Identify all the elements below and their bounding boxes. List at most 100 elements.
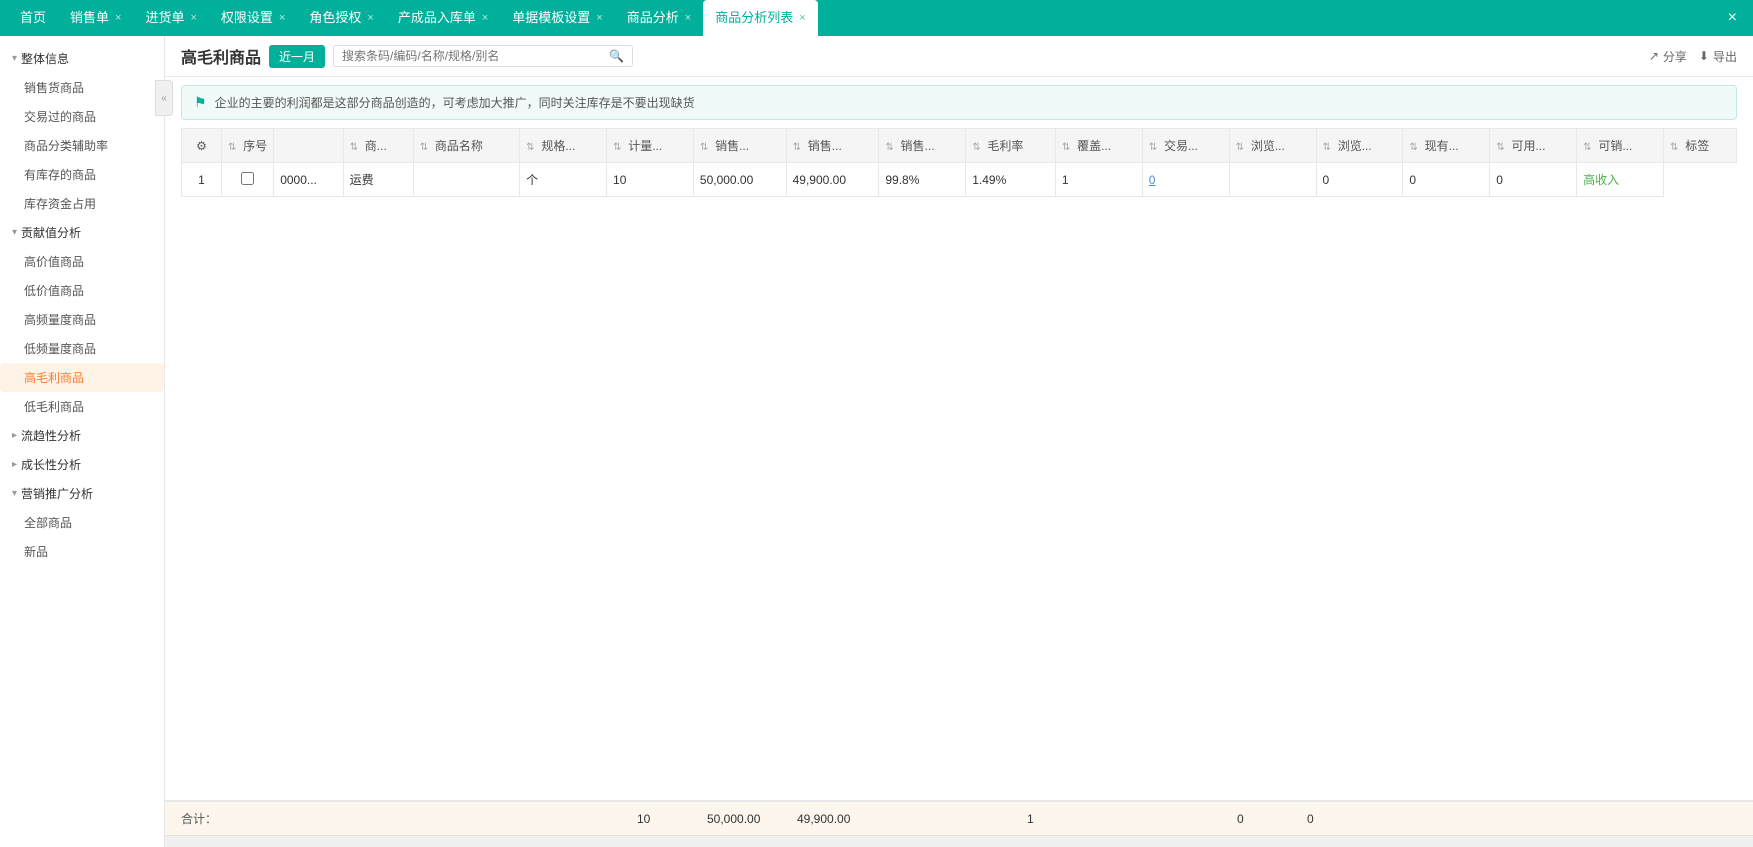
sort-icon: ⇅ xyxy=(1236,142,1247,153)
cell-unit: 个 xyxy=(520,163,607,197)
period-button[interactable]: 近一月 xyxy=(269,45,325,68)
column-header-avail[interactable]: ⇅ 可用... xyxy=(1490,129,1577,163)
settings-column-header[interactable]: ⚙ xyxy=(182,129,222,163)
close-tab-icon[interactable]: × xyxy=(685,0,691,36)
sidebar-group-trend[interactable]: ▸ 流趋性分析 xyxy=(0,421,164,450)
sort-icon: ⇅ xyxy=(972,142,983,153)
search-input[interactable] xyxy=(342,49,605,63)
sort-icon: ⇅ xyxy=(1670,142,1681,153)
nav-tab-home[interactable]: 首页 xyxy=(8,0,58,36)
horizontal-scrollbar[interactable] xyxy=(165,835,1753,847)
sidebar-group-label: 流趋性分析 xyxy=(21,427,81,444)
chevron-down-icon: ▾ xyxy=(12,227,17,238)
close-tab-icon[interactable]: × xyxy=(190,0,196,36)
close-tab-icon[interactable]: × xyxy=(367,0,373,36)
cell-spec xyxy=(413,163,519,197)
info-banner-text: 企业的主要的利润都是这部分商品创造的，可考虑加大推广，同时关注库存是不要出现缺货 xyxy=(215,94,695,111)
sidebar-collapse-button[interactable]: « xyxy=(155,80,173,116)
nav-tab-role[interactable]: 角色授权 × xyxy=(297,0,385,36)
footer-cell-16 xyxy=(1371,812,1451,826)
close-all-tabs[interactable]: × xyxy=(1720,9,1745,27)
sidebar-group-growth[interactable]: ▸ 成长性分析 xyxy=(0,450,164,479)
footer-cell-6: 10 xyxy=(631,812,701,826)
sidebar-item-inventory-ratio[interactable]: 库存资金占用 xyxy=(0,189,164,218)
export-button[interactable]: ⬇ 导出 xyxy=(1699,48,1737,65)
sidebar-item-low-freq[interactable]: 低频量度商品 xyxy=(0,334,164,363)
sidebar-item-high-margin[interactable]: 高毛利商品 xyxy=(0,363,164,392)
close-tab-icon[interactable]: × xyxy=(279,0,285,36)
nav-tab-sales[interactable]: 销售单 × xyxy=(58,0,133,36)
footer-cell-3 xyxy=(401,812,481,826)
sidebar-item-low-margin[interactable]: 低毛利商品 xyxy=(0,392,164,421)
sidebar-item-high-value[interactable]: 高价值商品 xyxy=(0,247,164,276)
sort-icon: ⇅ xyxy=(793,142,804,153)
nav-tab-analysis-list[interactable]: 商品分析列表 × xyxy=(703,0,817,36)
footer-label: 合计： xyxy=(181,810,241,827)
column-label: 交易... xyxy=(1164,139,1198,153)
sidebar: ▾ 整体信息销售货商品交易过的商品商品分类辅助率有库存的商品库存资金占用▾ 贡献… xyxy=(0,36,165,847)
sidebar-item-all-goods[interactable]: 全部商品 xyxy=(0,508,164,537)
content-header: 高毛利商品 近一月 🔍 ↗ 分享 ⬇ 导出 xyxy=(165,36,1753,77)
main-layout: ▾ 整体信息销售货商品交易过的商品商品分类辅助率有库存的商品库存资金占用▾ 贡献… xyxy=(0,36,1753,847)
sidebar-group-contribution[interactable]: ▾ 贡献值分析 xyxy=(0,218,164,247)
sidebar-item-new-goods[interactable]: 新品 xyxy=(0,537,164,566)
footer-cell-7: 50,000.00 xyxy=(701,812,791,826)
sidebar-item-inventory-goods[interactable]: 有库存的商品 xyxy=(0,160,164,189)
column-header-sellable[interactable]: ⇅ 可销... xyxy=(1577,129,1664,163)
column-header-spec[interactable]: ⇅ 规格... xyxy=(520,129,607,163)
sidebar-group-marketing[interactable]: ▾ 营销推广分析 xyxy=(0,479,164,508)
sidebar-item-sales-goods[interactable]: 销售货商品 xyxy=(0,73,164,102)
close-tab-icon[interactable]: × xyxy=(799,0,805,36)
header-actions: ↗ 分享 ⬇ 导出 xyxy=(1649,48,1737,65)
column-label: 标签 xyxy=(1685,139,1709,153)
nav-tab-permission[interactable]: 权限设置 × xyxy=(209,0,297,36)
share-button[interactable]: ↗ 分享 xyxy=(1649,48,1687,65)
column-header-unit[interactable]: ⇅ 计量... xyxy=(607,129,694,163)
close-tab-icon[interactable]: × xyxy=(596,0,602,36)
column-header-stock[interactable]: ⇅ 现有... xyxy=(1403,129,1490,163)
cell-name: 运费 xyxy=(343,163,413,197)
sidebar-item-analysis-rate[interactable]: 商品分类辅助率 xyxy=(0,131,164,160)
column-label: 销售... xyxy=(808,139,842,153)
cell-browse2 xyxy=(1229,163,1316,197)
column-header-cover[interactable]: ⇅ 覆盖... xyxy=(1055,129,1142,163)
column-label: 毛利率 xyxy=(987,139,1023,153)
chevron-down-icon: ▾ xyxy=(12,53,17,64)
column-header-browse1[interactable]: ⇅ 浏览... xyxy=(1229,129,1316,163)
info-icon: ⚑ xyxy=(194,94,207,111)
column-header-num[interactable]: ⇅ 序号 xyxy=(222,129,274,163)
cell-browse1[interactable]: 0 xyxy=(1142,163,1229,197)
sort-icon: ⇅ xyxy=(526,142,537,153)
column-header-code[interactable]: ⇅ 商... xyxy=(343,129,413,163)
close-tab-icon[interactable]: × xyxy=(115,0,121,36)
nav-tab-template[interactable]: 单据模板设置 × xyxy=(500,0,614,36)
row-checkbox-cell[interactable] xyxy=(222,163,274,197)
share-icon: ↗ xyxy=(1649,49,1659,63)
nav-tab-product-entry[interactable]: 产成品入库单 × xyxy=(386,0,500,36)
column-header-gross-rate[interactable]: ⇅ 毛利率 xyxy=(966,129,1056,163)
sidebar-group-overall[interactable]: ▾ 整体信息 xyxy=(0,44,164,73)
row-checkbox[interactable] xyxy=(241,172,254,185)
cell-sales-amt: 50,000.00 xyxy=(693,163,786,197)
sidebar-item-traded-goods[interactable]: 交易过的商品 xyxy=(0,102,164,131)
column-header-sales-qty[interactable]: ⇅ 销售... xyxy=(693,129,786,163)
close-tab-icon[interactable]: × xyxy=(482,0,488,36)
column-label: 可用... xyxy=(1511,139,1545,153)
sidebar-item-high-freq[interactable]: 高频量度商品 xyxy=(0,305,164,334)
sidebar-item-low-value[interactable]: 低价值商品 xyxy=(0,276,164,305)
column-header-name[interactable]: ⇅ 商品名称 xyxy=(413,129,519,163)
column-header-trade[interactable]: ⇅ 交易... xyxy=(1142,129,1229,163)
column-header-sales-profit[interactable]: ⇅ 销售... xyxy=(879,129,966,163)
footer-cell-0 xyxy=(241,812,281,826)
sort-icon: ⇅ xyxy=(1323,142,1334,153)
column-header-browse2[interactable]: ⇅ 浏览... xyxy=(1316,129,1403,163)
column-header-sales-amt[interactable]: ⇅ 销售... xyxy=(786,129,879,163)
column-header-tag[interactable]: ⇅ 标签 xyxy=(1664,129,1737,163)
nav-tab-purchase[interactable]: 进货单 × xyxy=(133,0,208,36)
footer-cell-9 xyxy=(881,812,951,826)
column-label: 可销... xyxy=(1598,139,1632,153)
sort-icon: ⇅ xyxy=(1149,142,1160,153)
column-header-check[interactable] xyxy=(274,129,343,163)
search-box[interactable]: 🔍 xyxy=(333,45,633,67)
nav-tab-analysis[interactable]: 商品分析 × xyxy=(615,0,703,36)
